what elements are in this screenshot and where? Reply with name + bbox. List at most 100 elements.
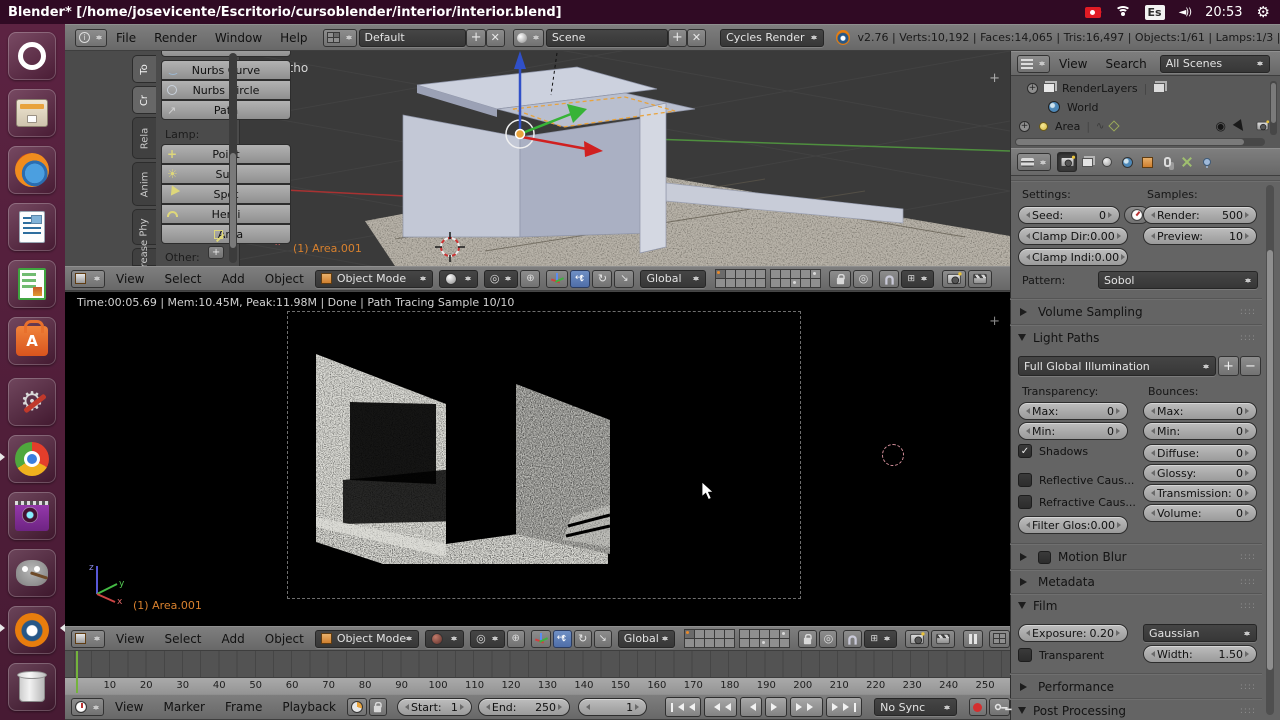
menu-render[interactable]: Render xyxy=(145,31,206,45)
launcher-icon-firefox[interactable] xyxy=(8,146,56,194)
menu-select[interactable]: Select xyxy=(155,632,210,646)
snap-element-select[interactable]: ⊞ xyxy=(864,629,897,648)
clamp-indirect-field[interactable]: Clamp Indi: 0.00 xyxy=(1018,248,1128,266)
menu-help[interactable]: Help xyxy=(271,31,316,45)
menu-add[interactable]: Add xyxy=(213,272,254,286)
previous-keyframe-button[interactable] xyxy=(704,697,738,717)
render-opengl-anim-button[interactable] xyxy=(930,629,955,648)
add-preset-button[interactable]: + xyxy=(1218,356,1239,376)
panel-light-paths[interactable]: Light Paths:::: xyxy=(1014,328,1262,348)
launcher-icon-trash[interactable] xyxy=(8,663,56,711)
mode-select[interactable]: Object Mode xyxy=(314,269,433,288)
start-frame-field[interactable]: Start: 1 xyxy=(397,698,472,716)
jump-to-end-button[interactable] xyxy=(826,697,863,717)
transform-orientation-select[interactable]: Global xyxy=(640,269,707,288)
outliner-hscrollbar[interactable] xyxy=(1015,138,1265,146)
menu-file[interactable]: File xyxy=(107,31,145,45)
shelf-tab-create[interactable]: Cr xyxy=(132,86,156,114)
launcher-icon-ubuntu-dash[interactable] xyxy=(8,32,56,80)
pivot-point-select[interactable]: ◎ xyxy=(470,629,505,648)
outliner-vscrollbar[interactable] xyxy=(1270,81,1277,135)
expand-icon[interactable]: + xyxy=(1027,82,1038,94)
render-engine-select[interactable]: Cycles Render xyxy=(720,28,824,47)
editor-type-info-button[interactable]: i xyxy=(75,28,107,47)
render-opengl-button[interactable] xyxy=(904,629,929,648)
transparent-checkbox[interactable]: Transparent xyxy=(1018,648,1104,662)
diffuse-bounces-field[interactable]: Diffuse: 0 xyxy=(1143,444,1257,462)
shelf-tab-grease[interactable]: Grease xyxy=(132,239,156,275)
transparency-min-field[interactable]: Min: 0 xyxy=(1018,422,1128,440)
shelf-button-path[interactable]: ↗ Path xyxy=(161,100,291,120)
lock-frame-button[interactable] xyxy=(368,698,388,716)
preview-samples-field[interactable]: Preview: 10 xyxy=(1143,227,1257,245)
launcher-icon-video-editor[interactable] xyxy=(8,492,56,540)
transform-orientation-select[interactable]: Global xyxy=(617,629,675,648)
screen-layout-field[interactable]: Default xyxy=(358,28,467,47)
jump-to-start-button[interactable] xyxy=(665,697,702,717)
properties-tab-modifiers[interactable] xyxy=(1177,152,1197,172)
manipulator-toggle[interactable] xyxy=(546,269,569,288)
region-expand-icon[interactable]: + xyxy=(989,71,1000,86)
menu-playback[interactable]: Playback xyxy=(273,700,345,714)
next-keyframe-button[interactable] xyxy=(790,697,824,717)
render-opengl-anim-button[interactable] xyxy=(968,269,992,288)
transparency-max-field[interactable]: Max: 0 xyxy=(1018,402,1128,420)
render-opengl-button[interactable] xyxy=(942,269,966,288)
renderability-camera-icon[interactable] xyxy=(1256,120,1270,131)
menu-frame[interactable]: Frame xyxy=(216,700,271,714)
launcher-icon-ubuntu-software[interactable]: A xyxy=(8,317,56,365)
screen-layout-icon[interactable] xyxy=(322,28,357,47)
render-samples-field[interactable]: Render: 500 xyxy=(1143,206,1257,224)
layers-widget[interactable] xyxy=(683,629,790,648)
play-reverse-button[interactable] xyxy=(740,697,763,717)
shelf-scrollbar[interactable] xyxy=(229,53,237,263)
scene-lock-button[interactable] xyxy=(797,629,818,648)
rotate-manipulator-button[interactable]: ↻ xyxy=(592,269,613,288)
editor-type-timeline-button[interactable] xyxy=(71,698,104,716)
outliner-row-renderlayers[interactable]: + RenderLayers | xyxy=(1011,79,1280,97)
launcher-icon-chrome[interactable] xyxy=(8,435,56,483)
translate-manipulator-button[interactable]: ↔ ↔ xyxy=(552,629,572,648)
exposure-field[interactable]: Exposure: 0.20 xyxy=(1018,624,1128,642)
viewport-shading-select[interactable] xyxy=(425,629,465,648)
launcher-icon-blender[interactable] xyxy=(8,606,56,654)
editor-type-properties-button[interactable] xyxy=(1017,153,1051,171)
delete-layout-button[interactable]: ✕ xyxy=(485,28,505,47)
editor-type-outliner-button[interactable] xyxy=(1017,54,1050,73)
glossy-bounces-field[interactable]: Glossy: 0 xyxy=(1143,464,1257,482)
shelf-tab-tools[interactable]: To xyxy=(132,55,156,83)
snap-element-select[interactable]: ⊞ xyxy=(901,269,934,288)
menu-marker[interactable]: Marker xyxy=(154,700,213,714)
add-layout-button[interactable]: + xyxy=(466,28,486,47)
properties-tab-object[interactable] xyxy=(1137,152,1157,172)
expand-icon[interactable]: + xyxy=(1019,120,1030,132)
shelf-button-lamp-point[interactable]: + Point xyxy=(161,144,291,164)
screen-record-icon[interactable] xyxy=(1084,6,1102,18)
scale-manipulator-button[interactable]: ↘ xyxy=(593,629,612,648)
render-layers-icon-button[interactable] xyxy=(988,629,1010,648)
shelf-tab-animation[interactable]: Anim xyxy=(132,162,156,206)
timeline-strip[interactable] xyxy=(65,651,1010,693)
launcher-icon-files[interactable] xyxy=(8,89,56,137)
menu-window[interactable]: Window xyxy=(206,31,271,45)
filter-type-select[interactable]: Gaussian xyxy=(1143,624,1257,642)
timeline-ruler[interactable]: 10 20 30 40 50 60 70 80 90 100 110 120 130 140 150 160 1… xyxy=(65,677,1010,694)
menu-object[interactable]: Object xyxy=(256,272,313,286)
properties-tab-world[interactable] xyxy=(1117,152,1137,172)
pivot-align-toggle[interactable]: ⊕ xyxy=(506,629,525,648)
snap-magnet-button[interactable] xyxy=(843,629,863,648)
shelf-button-lamp-area[interactable]: Area xyxy=(161,224,291,244)
shelf-button-lamp-spot[interactable]: Spot xyxy=(161,184,291,204)
filter-glossy-field[interactable]: Filter Glos: 0.00 xyxy=(1018,516,1128,534)
shelf-button-nurbs-curve[interactable]: Nurbs Curve xyxy=(161,60,291,80)
region-expand-icon[interactable]: + xyxy=(989,314,1000,329)
pause-render-preview-button[interactable] xyxy=(962,629,983,648)
scene-icon[interactable] xyxy=(512,28,544,47)
scene-field[interactable]: Scene xyxy=(545,28,668,47)
menu-view[interactable]: View xyxy=(106,700,152,714)
panel-volume-sampling[interactable]: Volume Sampling:::: xyxy=(1014,302,1262,322)
launcher-icon-libreoffice-writer[interactable] xyxy=(8,203,56,251)
pivot-align-toggle[interactable]: ⊕ xyxy=(520,269,541,288)
record-button[interactable] xyxy=(968,698,988,716)
refractive-caustics-checkbox[interactable]: Refractive Caus... xyxy=(1018,495,1136,509)
